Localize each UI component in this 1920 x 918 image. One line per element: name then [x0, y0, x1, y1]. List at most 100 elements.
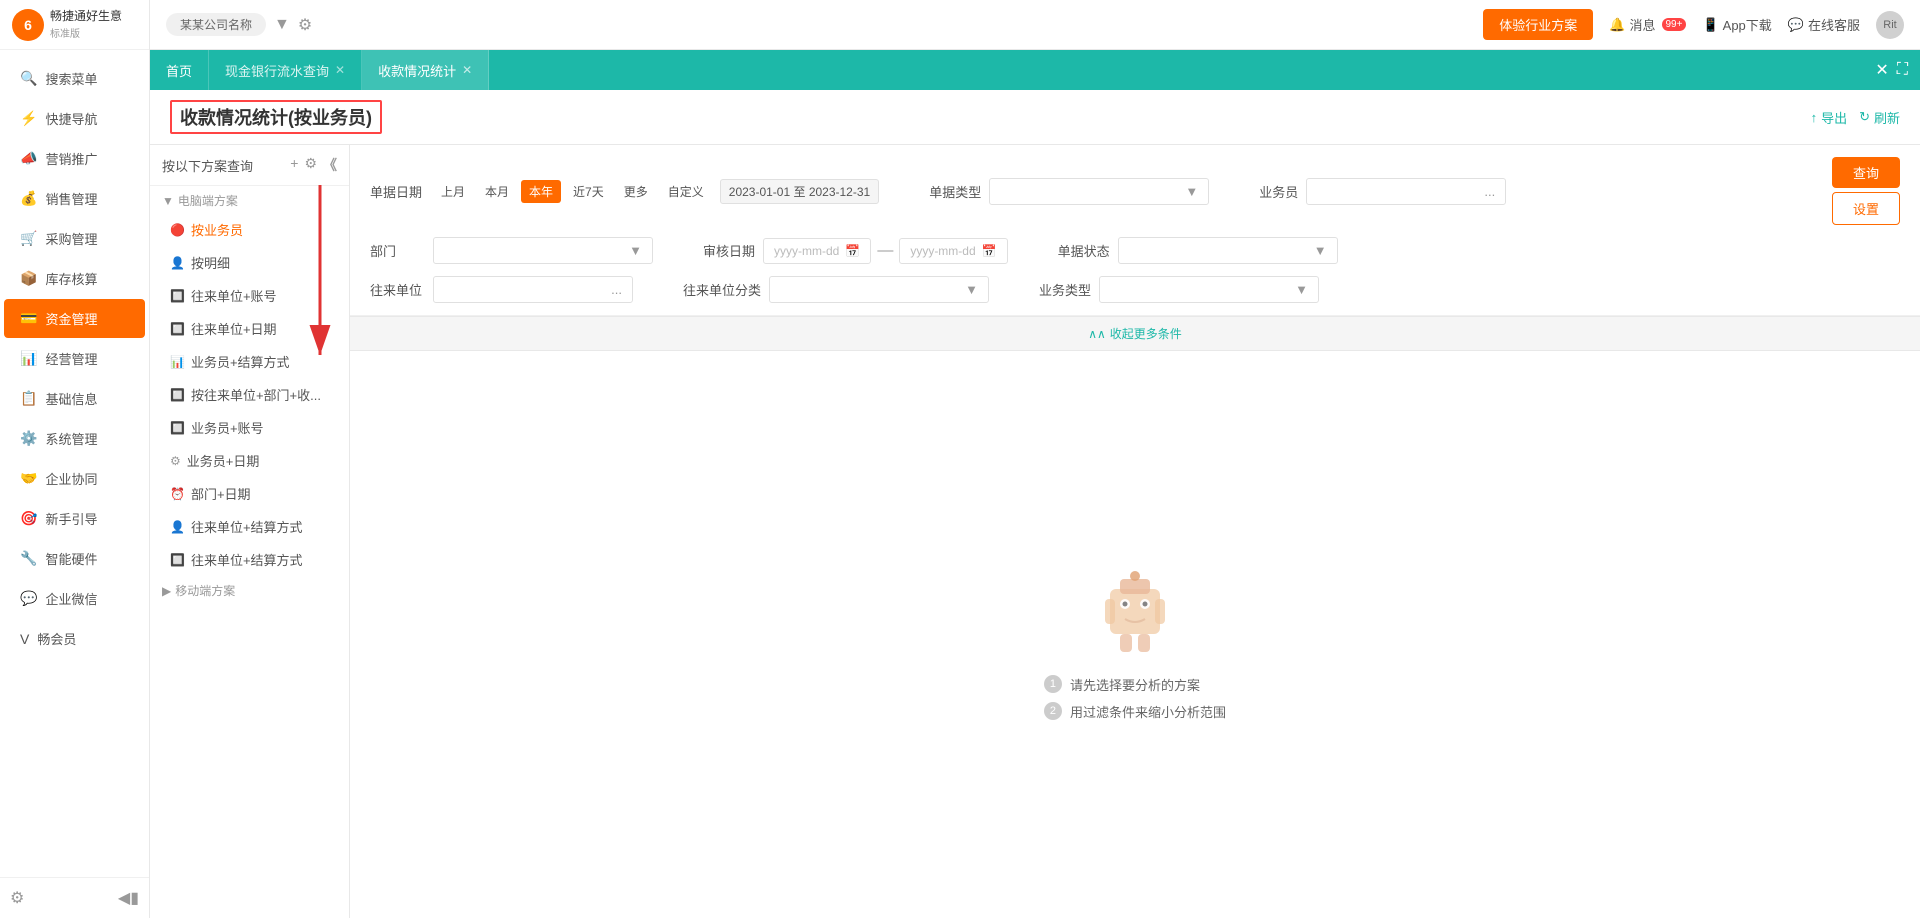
date-tab-7days[interactable]: 近7天	[565, 180, 612, 203]
sidebar-item-operations[interactable]: 📊 经营管理	[4, 339, 145, 378]
salesperson-more-icon[interactable]: ...	[1484, 184, 1495, 199]
settings-icon[interactable]: ⚙	[10, 888, 24, 908]
settings-scheme-icon[interactable]: ⚙	[304, 155, 317, 175]
audit-date-group: 审核日期 yyyy-mm-dd 📅 — yyyy-mm-dd 📅	[703, 238, 1008, 264]
salesperson-label: 业务员	[1259, 182, 1298, 201]
user-avatar[interactable]: Rit	[1876, 11, 1904, 39]
sidebar-item-guide[interactable]: 🎯 新手引导	[4, 499, 145, 538]
tree-item-sales-payment[interactable]: 📊 业务员+结算方式	[150, 345, 349, 378]
step-1-text: 请先选择要分析的方案	[1070, 675, 1200, 694]
date-tab-this-month[interactable]: 本月	[477, 180, 517, 203]
sidebar-item-basic[interactable]: 📋 基础信息	[4, 379, 145, 418]
export-button[interactable]: ↑ 导出	[1811, 108, 1848, 127]
app-download-button[interactable]: 📱 App下载	[1702, 15, 1771, 34]
salesperson-field[interactable]: ...	[1306, 178, 1506, 205]
tree-item-salesperson[interactable]: 🔴 按业务员	[150, 213, 349, 246]
date-label: 单据日期	[370, 182, 425, 201]
close-bank-flow-icon[interactable]: ✕	[335, 63, 345, 77]
refresh-label: 刷新	[1874, 108, 1900, 127]
collapse-panel-icon[interactable]: 《	[323, 155, 337, 175]
empty-state: 1 请先选择要分析的方案 2 用过滤条件来缩小分析范围	[350, 351, 1920, 918]
online-service-button[interactable]: 💬 在线客服	[1788, 15, 1860, 34]
topbar-left: 某某公司名称 ▼ ⚙	[166, 13, 312, 36]
partner-payment1-icon: 👤	[170, 520, 185, 534]
filter-row-3: 往来单位 ... 往来单位分类 ▼	[370, 276, 1900, 303]
tree-item-sales-date[interactable]: ⚙ 业务员+日期	[150, 444, 349, 477]
sidebar-item-sales[interactable]: 💰 销售管理	[4, 179, 145, 218]
tree-item-label: 往来单位+账号	[191, 286, 277, 305]
tree-item-sales-account[interactable]: 🔲 业务员+账号	[150, 411, 349, 444]
query-button[interactable]: 查询	[1832, 157, 1900, 188]
sidebar-item-purchase[interactable]: 🛒 采购管理	[4, 219, 145, 258]
vip-icon: V	[20, 631, 29, 647]
date-tabs: 上月 本月 本年 近7天 更多 自定义	[433, 180, 712, 203]
tree-item-partner-account[interactable]: 🔲 往来单位+账号	[150, 279, 349, 312]
filter-row-1: 单据日期 上月 本月 本年 近7天 更多 自定义 2023-01-01 至 20…	[370, 157, 1900, 225]
counterparty-field[interactable]: ...	[433, 276, 633, 303]
empty-steps: 1 请先选择要分析的方案 2 用过滤条件来缩小分析范围	[1044, 675, 1226, 721]
dept-select[interactable]: ▼	[433, 237, 653, 264]
audit-date-start-field[interactable]: yyyy-mm-dd 📅	[763, 238, 871, 264]
tree-item-partner-payment2[interactable]: 🔲 往来单位+结算方式	[150, 543, 349, 576]
trial-button[interactable]: 体验行业方案	[1483, 9, 1593, 40]
counterparty-more-icon[interactable]: ...	[611, 282, 622, 297]
counterparty-type-select[interactable]: ▼	[769, 276, 989, 303]
fullscreen-icon[interactable]: ⛶	[1897, 61, 1908, 79]
counterparty-group: 往来单位 ...	[370, 276, 633, 303]
date-tab-custom[interactable]: 自定义	[660, 180, 712, 203]
calendar-start-icon[interactable]: 📅	[845, 244, 860, 258]
sidebar-item-inventory[interactable]: 📦 库存核算	[4, 259, 145, 298]
business-type-chevron-icon: ▼	[1295, 282, 1308, 297]
collapse-bar[interactable]: ∧∧ 收起更多条件	[350, 316, 1920, 351]
sidebar-item-wechat[interactable]: 💬 企业微信	[4, 579, 145, 618]
voucher-status-select[interactable]: ▼	[1118, 237, 1338, 264]
close-all-tabs-icon[interactable]: ✕	[1875, 60, 1888, 80]
sidebar-item-hardware[interactable]: 🔧 智能硬件	[4, 539, 145, 578]
sidebar-item-search[interactable]: 🔍 搜索菜单	[4, 59, 145, 98]
notification-button[interactable]: 🔔 消息 99+	[1609, 15, 1686, 34]
tab-home[interactable]: 首页	[150, 50, 209, 90]
business-type-select[interactable]: ▼	[1099, 276, 1319, 303]
date-tab-more[interactable]: 更多	[616, 180, 656, 203]
sidebar-item-label: 快捷导航	[45, 109, 97, 128]
refresh-button[interactable]: ↻ 刷新	[1859, 108, 1900, 127]
page-actions: ↑ 导出 ↻ 刷新	[1811, 108, 1900, 127]
date-tab-this-year[interactable]: 本年	[521, 180, 561, 203]
sidebar-item-system[interactable]: ⚙️ 系统管理	[4, 419, 145, 458]
calendar-end-icon[interactable]: 📅	[982, 244, 997, 258]
tree-item-partner-date[interactable]: 🔲 往来单位+日期	[150, 312, 349, 345]
step-2-text: 用过滤条件来缩小分析范围	[1070, 702, 1226, 721]
tree-expand-icon[interactable]: ▼	[162, 194, 174, 208]
empty-illustration	[1085, 549, 1185, 659]
audit-date-label: 审核日期	[703, 241, 755, 260]
tree-collapse-icon[interactable]: ▶	[162, 584, 171, 598]
tree-item-partner-dept[interactable]: 🔲 按往来单位+部门+收...	[150, 378, 349, 411]
collapse-sidebar-icon[interactable]: ◀▮	[118, 888, 139, 908]
add-scheme-icon[interactable]: +	[290, 155, 298, 175]
date-tab-last-month[interactable]: 上月	[433, 180, 473, 203]
dropdown-icon[interactable]: ▼	[274, 16, 290, 34]
tree-item-detail[interactable]: 👤 按明细	[150, 246, 349, 279]
settings-button[interactable]: 设置	[1832, 192, 1900, 225]
tree-item-label: 往来单位+结算方式	[191, 517, 303, 536]
voucher-type-select[interactable]: ▼	[989, 178, 1209, 205]
sidebar-item-enterprise[interactable]: 🤝 企业协同	[4, 459, 145, 498]
tree-item-label: 业务员+结算方式	[191, 352, 290, 371]
tree-item-partner-payment1[interactable]: 👤 往来单位+结算方式	[150, 510, 349, 543]
sidebar-item-finance[interactable]: 💳 资金管理	[4, 299, 145, 338]
tab-bank-flow[interactable]: 现金银行流水查询 ✕	[209, 50, 362, 90]
sidebar-item-marketing[interactable]: 📣 营销推广	[4, 139, 145, 178]
close-receipt-stats-icon[interactable]: ✕	[462, 63, 472, 77]
app-download-label: App下载	[1723, 15, 1772, 34]
content-area: 收款情况统计(按业务员) ↑ 导出 ↻ 刷新 按以下方案查询 +	[150, 90, 1920, 918]
audit-date-end-field[interactable]: yyyy-mm-dd 📅	[899, 238, 1007, 264]
date-filter-group: 单据日期 上月 本月 本年 近7天 更多 自定义 2023-01-01 至 20…	[370, 179, 879, 204]
sidebar-item-vip[interactable]: V 畅会员	[4, 619, 145, 658]
date-separator: —	[877, 242, 893, 260]
tab-receipt-stats[interactable]: 收款情况统计 ✕	[362, 50, 489, 90]
gear-icon[interactable]: ⚙	[298, 15, 312, 35]
notification-badge: 99+	[1662, 18, 1687, 31]
sales-payment-icon: 📊	[170, 355, 185, 369]
tree-item-dept-date[interactable]: ⏰ 部门+日期	[150, 477, 349, 510]
sidebar-item-quick-nav[interactable]: ⚡ 快捷导航	[4, 99, 145, 138]
